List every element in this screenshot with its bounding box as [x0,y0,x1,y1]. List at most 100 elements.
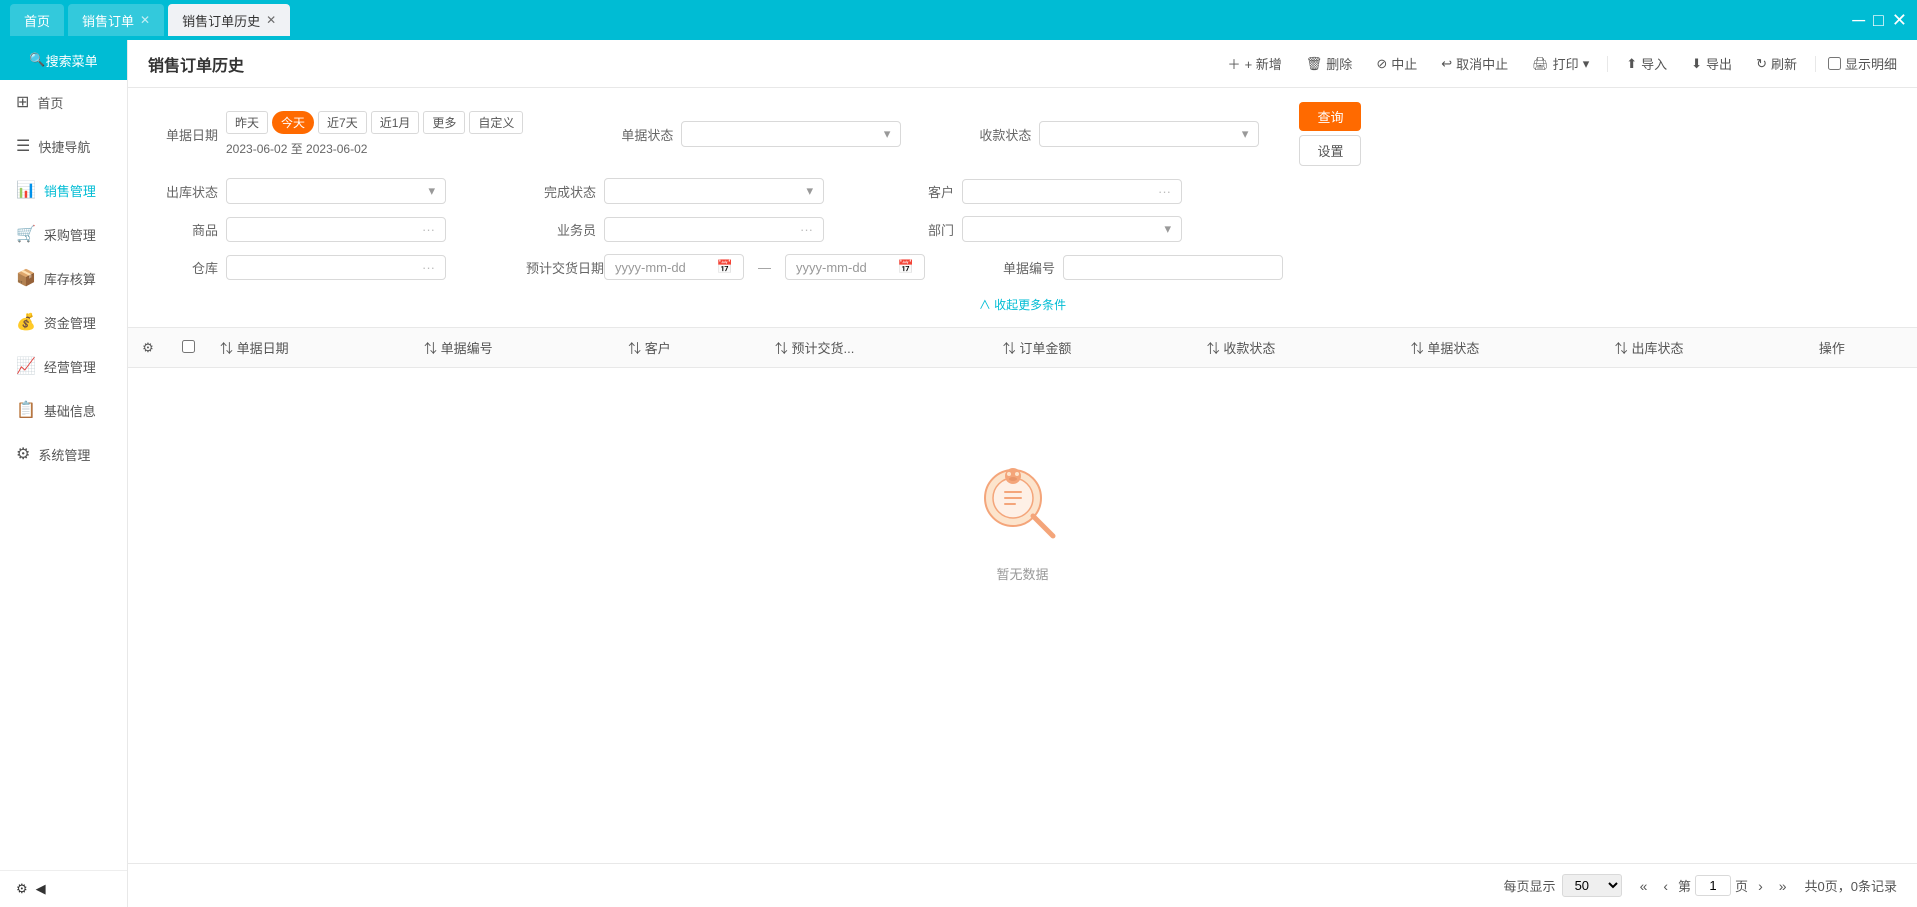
filter-bill-no-item: 单据编号 [985,255,1283,280]
empty-illustration [973,448,1073,548]
toolbar-export-btn[interactable]: ⬇ 导出 [1685,50,1738,77]
inventory-icon: 📦 [16,268,36,288]
page-suffix: 页 [1735,876,1748,895]
date-btn-7days[interactable]: 近7天 [318,111,367,134]
customer-input[interactable]: ··· [962,179,1182,204]
th-out-status[interactable]: ⇅ 出库状态 [1603,328,1807,368]
settings-button[interactable]: 设置 [1299,135,1361,166]
export-icon: ⬇ [1691,56,1702,72]
tab-sales-order-history-close[interactable]: ✕ [266,13,276,27]
tab-home[interactable]: 首页 [10,4,64,36]
tab-sales-order-history[interactable]: 销售订单历史 ✕ [168,4,290,36]
sidebar-item-operations[interactable]: 📈 经营管理 [0,344,127,388]
th-settings[interactable]: ⚙ [128,328,168,368]
show-detail-wrap[interactable]: 显示明细 [1828,54,1897,73]
department-select[interactable]: ▾ [962,216,1182,242]
done-status-select[interactable]: ▾ [604,178,824,204]
warehouse-dots: ··· [422,260,435,275]
quick-nav-icon: ☰ [16,136,30,156]
filter-row-4: 仓库 ··· 预计交货日期 yyyy-mm-dd 📅 — yyyy-mm-dd … [148,254,1897,280]
empty-state: 暂无数据 [128,368,1917,663]
bill-no-input[interactable] [1063,255,1283,280]
toolbar-delete-btn[interactable]: 🗑 删除 [1300,50,1359,77]
sort-icon: ⇅ [1003,341,1016,356]
next-page-btn[interactable]: › [1752,876,1769,896]
sidebar-bottom: ⚙ ◀ [0,870,127,907]
sidebar-item-quick-nav[interactable]: ☰ 快捷导航 [0,124,127,168]
payment-status-select[interactable]: ▾ [1039,121,1259,147]
table-footer: 每页显示 10 20 50 100 « ‹ 第 页 › » 共0页，0条记录 [128,863,1917,907]
bill-no-label: 单据编号 [985,258,1055,277]
sidebar-search-label: 搜索菜单 [46,51,98,70]
refresh-icon: ↻ [1756,56,1767,72]
sidebar-item-sales-mgmt[interactable]: 📊 销售管理 [0,168,127,212]
toolbar-stop-btn[interactable]: ⊘ 中止 [1370,50,1423,77]
tab-home-label: 首页 [24,11,50,30]
sidebar-item-home[interactable]: ⊞ 首页 [0,80,127,124]
toolbar-cancel-stop-btn[interactable]: ↩ 取消中止 [1435,50,1514,77]
goods-input[interactable]: ··· [226,217,446,242]
th-order-amount[interactable]: ⇅ 订单金额 [991,328,1195,368]
th-checkbox[interactable] [168,328,208,368]
tab-sales-order-close[interactable]: ✕ [140,13,150,27]
filter-goods-item: 商品 ··· [148,217,446,242]
toolbar-print-btn[interactable]: 🖨 打印 ▾ [1526,50,1595,77]
done-status-label: 完成状态 [526,182,596,201]
operations-icon: 📈 [16,356,36,376]
date-btn-custom[interactable]: 自定义 [469,111,523,134]
th-bill-no[interactable]: ⇅ 单据编号 [412,328,616,368]
date-btn-today[interactable]: 今天 [272,111,314,134]
payment-status-label: 收款状态 [961,125,1031,144]
cancel-stop-icon: ↩ [1441,56,1452,72]
toolbar-stop-label: 中止 [1391,54,1417,73]
collapse-bar[interactable]: ∧ 收起更多条件 [148,292,1897,313]
window-close-icon[interactable]: ✕ [1892,10,1907,31]
date-btn-1month[interactable]: 近1月 [371,111,420,134]
tab-sales-order[interactable]: 销售订单 ✕ [68,4,164,36]
filter-row-1: 单据日期 昨天 今天 近7天 近1月 更多 自定义 2023-06-02 至 2… [148,102,1897,166]
minimize-icon[interactable]: ─ [1852,10,1865,31]
select-all-checkbox[interactable] [182,340,195,353]
sales-icon: 📊 [16,180,36,200]
sidebar-item-inventory[interactable]: 📦 库存核算 [0,256,127,300]
maximize-icon[interactable]: □ [1873,10,1884,31]
first-page-btn[interactable]: « [1634,876,1654,896]
salesperson-input[interactable]: ··· [604,217,824,242]
filter-warehouse-item: 仓库 ··· [148,255,446,280]
sidebar-item-base-info[interactable]: 📋 基础信息 [0,388,127,432]
sidebar-item-purchase-mgmt[interactable]: 🛒 采购管理 [0,212,127,256]
per-page-select[interactable]: 10 20 50 100 [1562,874,1622,897]
sidebar-collapse-icon[interactable]: ◀ [36,881,46,897]
delivery-date-start[interactable]: yyyy-mm-dd 📅 [604,254,744,280]
sidebar-item-finance[interactable]: 💰 资金管理 [0,300,127,344]
th-customer[interactable]: ⇅ 客户 [616,328,763,368]
page-number-input[interactable] [1695,875,1731,896]
query-button[interactable]: 查询 [1299,102,1361,131]
out-status-select[interactable]: ▾ [226,178,446,204]
toolbar-new-btn[interactable]: ＋ + 新增 [1222,50,1288,77]
sidebar-search-menu[interactable]: 🔍 搜索菜单 [0,40,127,80]
th-bill-date[interactable]: ⇅ 单据日期 [208,328,412,368]
page-header: 销售订单历史 ＋ + 新增 🗑 删除 ⊘ 中止 ↩ 取消中止 [128,40,1917,88]
delivery-date-end[interactable]: yyyy-mm-dd 📅 [785,254,925,280]
sidebar-settings-icon[interactable]: ⚙ [16,881,28,897]
print-icon: 🖨 [1532,56,1549,72]
department-filter-label: 部门 [884,220,954,239]
last-page-btn[interactable]: » [1773,876,1793,896]
th-payment-status[interactable]: ⇅ 收款状态 [1195,328,1399,368]
th-bill-status[interactable]: ⇅ 单据状态 [1399,328,1603,368]
bill-status-select[interactable]: ▾ [681,121,901,147]
th-delivery-date[interactable]: ⇅ 预计交货... [763,328,991,368]
warehouse-input[interactable]: ··· [226,255,446,280]
date-filter-label: 单据日期 [148,125,218,144]
toolbar-new-label: + 新增 [1245,54,1282,73]
toolbar-import-btn[interactable]: ⬆ 导入 [1620,50,1673,77]
show-detail-checkbox[interactable] [1828,57,1841,70]
date-btn-yesterday[interactable]: 昨天 [226,111,268,134]
filter-salesperson-item: 业务员 ··· [526,217,824,242]
date-btn-more[interactable]: 更多 [423,111,465,134]
top-bar: 首页 销售订单 ✕ 销售订单历史 ✕ ─ □ ✕ [0,0,1917,40]
sidebar-item-system[interactable]: ⚙ 系统管理 [0,432,127,476]
toolbar-refresh-btn[interactable]: ↻ 刷新 [1750,50,1803,77]
prev-page-btn[interactable]: ‹ [1657,876,1674,896]
